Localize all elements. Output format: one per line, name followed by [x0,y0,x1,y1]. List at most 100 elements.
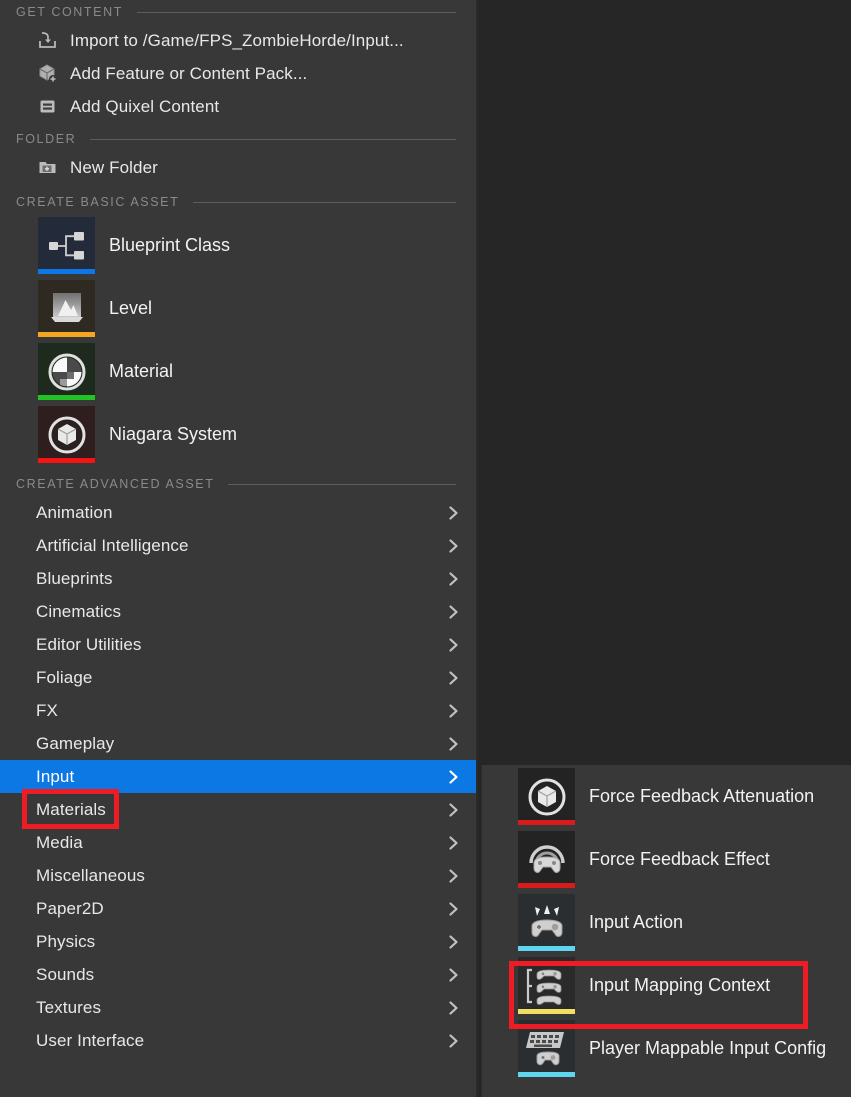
menu-item-cinematics[interactable]: Cinematics [0,595,476,628]
menu-item-new-folder[interactable]: New Folder [0,151,476,184]
menu-item-add-feature-or-content-pack[interactable]: Add Feature or Content Pack... [0,57,476,90]
menu-item-label: Media [36,832,83,852]
asset-accent-bar [518,820,575,825]
section-header-label: GET CONTENT [16,5,123,19]
chevron-right-icon [448,802,460,818]
menu-item-label: FX [36,700,58,720]
chevron-right-icon [448,835,460,851]
asset-item-label: Material [109,361,174,381]
submenu-item-label: Force Feedback Effect [589,849,770,869]
section-header-get-content: GET CONTENT [0,0,476,24]
content-pack-icon [36,63,58,85]
section-header-folder: FOLDER [0,127,476,151]
section-header-create-advanced-asset: CREATE ADVANCED ASSET [0,472,476,496]
menu-item-label: Import to /Game/FPS_ZombieHorde/Input... [70,30,404,50]
asset-accent-bar [518,883,575,888]
menu-item-label: Input [36,766,75,786]
menu-item-physics[interactable]: Physics [0,925,476,958]
chevron-right-icon [448,703,460,719]
chevron-right-icon [448,736,460,752]
chevron-right-icon [448,934,460,950]
menu-item-paper2d[interactable]: Paper2D [0,892,476,925]
menu-item-gameplay[interactable]: Gameplay [0,727,476,760]
menu-item-label: Materials [36,799,106,819]
section-header-create-basic-asset: CREATE BASIC ASSET [0,190,476,214]
asset-item-level[interactable]: Level [0,277,476,340]
submenu-item-label: Force Feedback Attenuation [589,786,815,806]
submenu-item-label: Player Mappable Input Config [589,1038,827,1058]
menu-item-sounds[interactable]: Sounds [0,958,476,991]
asset-item-niagara-system[interactable]: Niagara System [0,403,476,466]
menu-item-label: New Folder [70,157,158,177]
submenu-item-input-mapping-context[interactable]: Input Mapping Context [482,954,851,1017]
chevron-right-icon [448,1033,460,1049]
level-icon [38,280,95,337]
chevron-right-icon [448,604,460,620]
menu-item-fx[interactable]: FX [0,694,476,727]
blueprint-class-icon [38,217,95,274]
menu-item-label: Physics [36,931,96,951]
chevron-right-icon [448,769,460,785]
menu-item-blueprints[interactable]: Blueprints [0,562,476,595]
menu-item-artificial-intelligence[interactable]: Artificial Intelligence [0,529,476,562]
menu-item-label: Artificial Intelligence [36,535,189,555]
chevron-right-icon [448,505,460,521]
create-asset-context-menu: GET CONTENT Import to /Game/FPS_ZombieHo… [0,0,478,1097]
niagara-system-icon [38,406,95,463]
menu-item-import[interactable]: Import to /Game/FPS_ZombieHorde/Input... [0,24,476,57]
section-divider [90,138,456,140]
menu-item-user-interface[interactable]: User Interface [0,1024,476,1057]
submenu-item-player-mappable-input-config[interactable]: Player Mappable Input Config [482,1017,851,1080]
chevron-right-icon [448,637,460,653]
asset-accent-bar [518,946,575,951]
section-divider [136,11,456,13]
chevron-right-icon [448,967,460,983]
advanced-asset-list: Animation Artificial Intelligence Blueprin… [0,496,476,1057]
asset-item-blueprint-class[interactable]: Blueprint Class [0,214,476,277]
menu-item-label: Miscellaneous [36,865,146,885]
menu-item-add-quixel-content[interactable]: Add Quixel Content [0,90,476,123]
chevron-right-icon [448,571,460,587]
submenu-item-force-feedback-effect[interactable]: Force Feedback Effect [482,828,851,891]
menu-item-label: Blueprints [36,568,113,588]
submenu-item-input-action[interactable]: Input Action [482,891,851,954]
asset-accent-bar [38,458,95,463]
chevron-right-icon [448,538,460,554]
asset-accent-bar [38,332,95,337]
section-header-label: FOLDER [16,132,77,146]
asset-accent-bar [518,1009,575,1014]
asset-item-material[interactable]: Material [0,340,476,403]
menu-item-label: Editor Utilities [36,634,142,654]
menu-item-input[interactable]: Input [0,760,476,793]
menu-item-miscellaneous[interactable]: Miscellaneous [0,859,476,892]
submenu-item-force-feedback-attenuation[interactable]: Force Feedback Attenuation [482,765,851,828]
menu-item-foliage[interactable]: Foliage [0,661,476,694]
menu-item-label: Gameplay [36,733,115,753]
section-divider [193,201,456,203]
player-mappable-input-config-icon [518,1020,575,1077]
asset-accent-bar [38,395,95,400]
menu-item-label: Animation [36,502,113,522]
chevron-right-icon [448,1000,460,1016]
menu-item-label: User Interface [36,1030,145,1050]
section-divider [228,483,456,485]
menu-item-animation[interactable]: Animation [0,496,476,529]
section-header-label: CREATE BASIC ASSET [16,195,180,209]
new-folder-icon [36,157,58,179]
chevron-right-icon [448,868,460,884]
asset-accent-bar [518,1072,575,1077]
menu-item-media[interactable]: Media [0,826,476,859]
menu-item-label: Add Feature or Content Pack... [70,63,308,83]
menu-item-materials[interactable]: Materials [0,793,476,826]
menu-item-textures[interactable]: Textures [0,991,476,1024]
menu-item-label: Paper2D [36,898,104,918]
input-submenu: Force Feedback Attenuation Force Feedbac… [481,765,851,1097]
asset-accent-bar [38,269,95,274]
submenu-item-label: Input Action [589,912,684,932]
input-mapping-context-icon [518,957,575,1014]
asset-item-label: Blueprint Class [109,235,231,255]
menu-item-label: Add Quixel Content [70,96,220,116]
chevron-right-icon [448,670,460,686]
menu-item-editor-utilities[interactable]: Editor Utilities [0,628,476,661]
quixel-icon [36,96,58,118]
